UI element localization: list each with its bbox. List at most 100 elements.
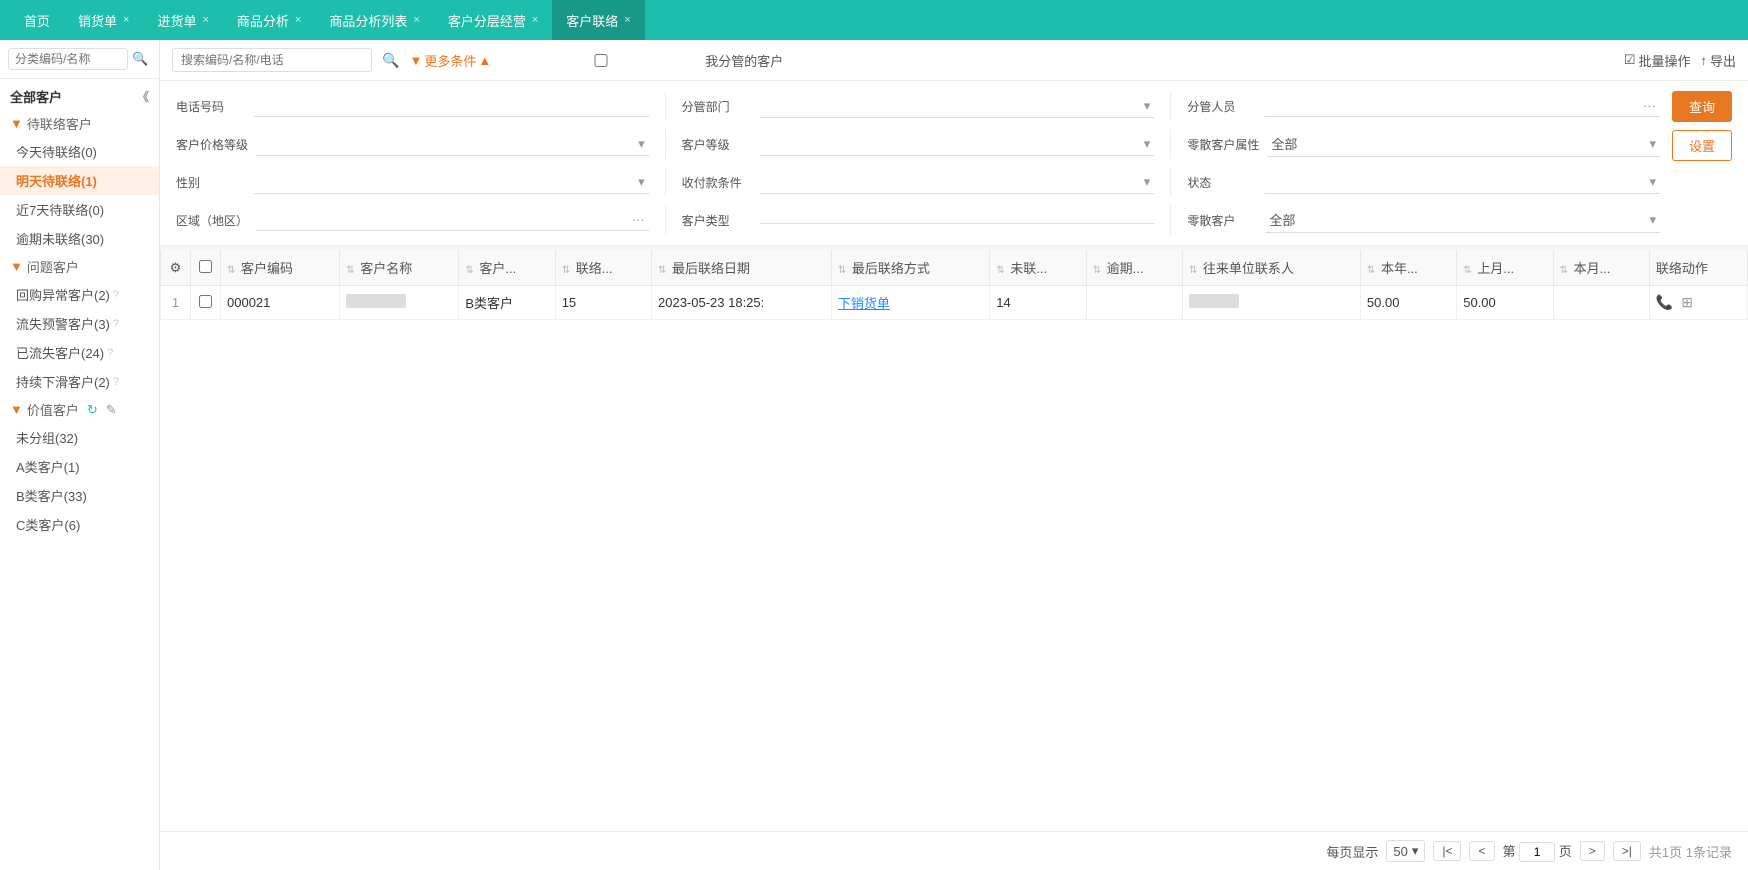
th-past-contacts[interactable]: ⇅ 往来单位联系人 [1182, 250, 1360, 286]
close-purchase-tab[interactable]: × [202, 14, 208, 26]
th-sort-icon-type: ⇅ [465, 265, 473, 276]
phone-action-icon[interactable]: 📞 [1656, 294, 1673, 311]
th-not-contacted[interactable]: ⇅ 未联... [990, 250, 1086, 286]
status-select[interactable] [1265, 171, 1660, 194]
price-level-select[interactable] [256, 133, 649, 156]
th-contact[interactable]: ⇅ 联络... [555, 250, 651, 286]
export-button[interactable]: ↑ 导出 [1700, 51, 1736, 70]
th-type[interactable]: ⇅ 客户... [459, 250, 555, 286]
sidebar-item-overdue[interactable]: 逾期未联络(30) [0, 224, 159, 253]
nav-purchase[interactable]: 进货单 × [143, 0, 222, 40]
phone-label: 电话号码 [176, 98, 246, 115]
sidebar-item-lost[interactable]: 已流失客户(24) ? [0, 338, 159, 367]
sidebar-item-week[interactable]: 近7天待联络(0) [0, 195, 159, 224]
th-settings[interactable]: ⚙ [161, 250, 191, 286]
nav-product-analysis[interactable]: 商品分析 × [223, 0, 315, 40]
filter-divider-3 [665, 129, 666, 159]
th-last-month[interactable]: ⇅ 上月... [1457, 250, 1553, 286]
close-customer-tier-tab[interactable]: × [532, 14, 538, 26]
sidebar-search-input[interactable] [8, 48, 128, 70]
th-name[interactable]: ⇅ 客户名称 [340, 250, 459, 286]
cell-checkbox[interactable] [191, 286, 221, 320]
filter-fields: 电话号码 分管部门 分管人员 [176, 91, 1660, 235]
row-checkbox[interactable] [199, 295, 212, 308]
grid-action-icon[interactable]: ⊞ [1681, 294, 1693, 311]
per-page-select[interactable]: 50 ▾ [1386, 840, 1425, 862]
customer-level-select[interactable] [760, 133, 1155, 156]
batch-op-button[interactable]: ☑ 批量操作 [1624, 51, 1691, 70]
sidebar-item-tomorrow[interactable]: 明天待联络(1) [0, 166, 159, 195]
last-page-button[interactable]: >| [1613, 841, 1641, 861]
th-action: 联络动作 [1649, 250, 1747, 286]
sidebar-item-ungrouped[interactable]: 未分组(32) [0, 423, 159, 452]
th-overdue[interactable]: ⇅ 逾期... [1086, 250, 1182, 286]
sidebar-search-area: 🔍 [0, 40, 159, 79]
sidebar-item-type-c[interactable]: C类客户(6) [0, 510, 159, 539]
prev-page-button[interactable]: < [1469, 841, 1494, 861]
collapse-icon[interactable]: 《 [137, 88, 149, 105]
nav-product-analysis-list[interactable]: 商品分析列表 × [315, 0, 433, 40]
th-this-month[interactable]: ⇅ 本月... [1553, 250, 1649, 286]
past-contacts-blur [1189, 294, 1239, 308]
sidebar-item-type-b[interactable]: B类客户(33) [0, 481, 159, 510]
customer-type-field: 客户类型 [682, 212, 1155, 229]
retail-attr-field: 零散客户属性 全部 [1187, 131, 1660, 157]
gender-select[interactable] [254, 171, 649, 194]
refresh-value-icon[interactable]: ↻ [87, 402, 98, 418]
help-icon-warning[interactable]: ? [113, 318, 119, 330]
search-input[interactable] [172, 48, 372, 72]
next-page-button[interactable]: > [1580, 841, 1605, 861]
close-product-list-tab[interactable]: × [413, 14, 419, 26]
payment-label: 收付款条件 [682, 174, 752, 191]
sidebar-item-warning[interactable]: 流失预警客户(3) ? [0, 309, 159, 338]
cell-last-method[interactable]: 下销货单 [831, 286, 989, 320]
area-label: 区域（地区） [176, 212, 248, 229]
select-all-checkbox[interactable] [199, 260, 212, 273]
th-code[interactable]: ⇅ 客户编码 [221, 250, 340, 286]
dept-select[interactable] [760, 95, 1155, 118]
manager-select[interactable] [1265, 95, 1660, 117]
phone-input[interactable] [254, 96, 649, 117]
payment-select[interactable] [760, 171, 1155, 194]
dept-field: 分管部门 [682, 95, 1155, 118]
per-page-chevron: ▾ [1412, 843, 1419, 859]
first-page-button[interactable]: |< [1433, 841, 1461, 861]
setting-button[interactable]: 设置 [1672, 130, 1732, 161]
nav-customer-contact[interactable]: 客户联络 × [552, 0, 644, 40]
close-customer-contact-tab[interactable]: × [624, 14, 630, 26]
th-last-method[interactable]: ⇅ 最后联络方式 [831, 250, 989, 286]
nav-customer-tier[interactable]: 客户分层经营 × [434, 0, 552, 40]
filter-divider-6 [1170, 167, 1171, 197]
th-last-date[interactable]: ⇅ 最后联络日期 [652, 250, 832, 286]
filter-divider-7 [665, 205, 666, 235]
search-button[interactable]: 🔍 [382, 52, 399, 69]
page-number-input[interactable] [1519, 842, 1555, 862]
my-customers-checkbox[interactable] [501, 54, 701, 67]
filter-row-4: 区域（地区） 客户类型 [176, 205, 1660, 235]
help-icon-declining[interactable]: ? [113, 376, 119, 388]
area-select[interactable] [256, 209, 649, 231]
sidebar-search-icon[interactable]: 🔍 [132, 51, 148, 67]
retail-attr-select[interactable]: 全部 [1267, 131, 1660, 157]
th-sort-icon-date: ⇅ [658, 265, 666, 276]
close-sales-tab[interactable]: × [123, 14, 129, 26]
query-button[interactable]: 查询 [1672, 91, 1732, 122]
my-customers-checkbox-label[interactable]: 我分管的客户 [501, 51, 783, 70]
help-icon-lost[interactable]: ? [107, 347, 113, 359]
retail-customer-select[interactable]: 全部 [1265, 207, 1660, 233]
nav-home[interactable]: 首页 [10, 0, 64, 40]
close-product-analysis-tab[interactable]: × [295, 14, 301, 26]
edit-value-icon[interactable]: ✎ [106, 402, 117, 418]
customer-type-select[interactable] [760, 217, 1155, 224]
nav-sales[interactable]: 销货单 × [64, 0, 143, 40]
th-checkbox[interactable] [191, 250, 221, 286]
more-conditions-button[interactable]: ▼ 更多条件 ▲ [409, 51, 491, 70]
sidebar-item-today[interactable]: 今天待联络(0) [0, 137, 159, 166]
retail-customer-label: 零散客户 [1187, 212, 1257, 229]
table-header-row: ⚙ ⇅ 客户编码 ⇅ 客户名称 ⇅ 客户... [161, 250, 1748, 286]
sidebar-item-declining[interactable]: 持续下滑客户(2) ? [0, 367, 159, 396]
sidebar-item-abnormal[interactable]: 回购异常客户(2) ? [0, 280, 159, 309]
help-icon-abnormal[interactable]: ? [113, 289, 119, 301]
sidebar-item-type-a[interactable]: A类客户(1) [0, 452, 159, 481]
th-this-year[interactable]: ⇅ 本年... [1360, 250, 1456, 286]
